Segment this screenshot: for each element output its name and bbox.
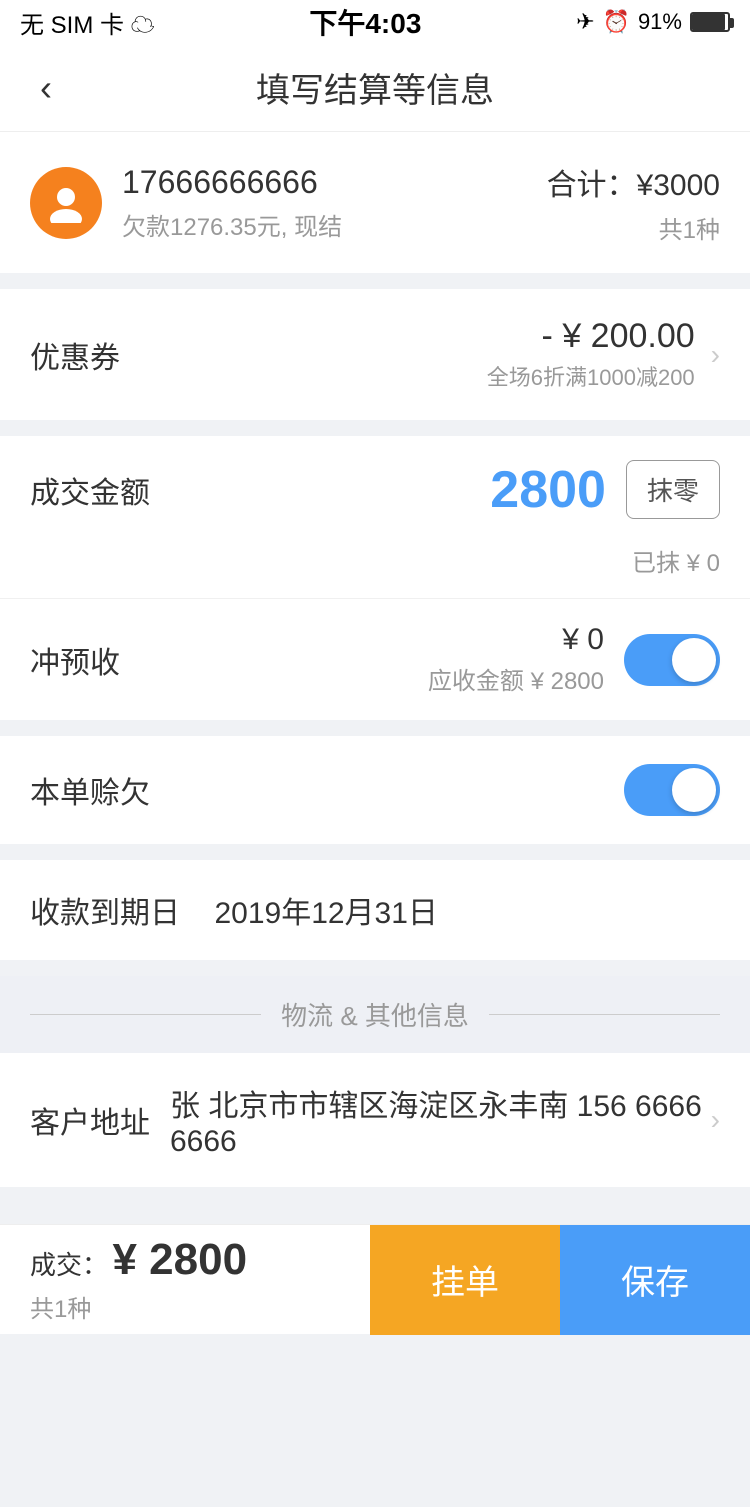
- prepay-row: 冲预收 ¥ 0 应收金额 ¥ 2800: [0, 598, 750, 720]
- status-time: 下午4:03: [309, 2, 421, 42]
- address-chevron-icon: ›: [711, 1104, 720, 1136]
- page-title: 填写结算等信息: [256, 63, 494, 112]
- back-button[interactable]: ‹: [30, 57, 62, 119]
- bottom-left: 成交： ¥ 2800 共1种: [0, 1235, 370, 1324]
- divider-line-left: [30, 1014, 261, 1015]
- save-button[interactable]: 保存: [560, 1225, 750, 1335]
- avatar: [30, 167, 102, 239]
- debt-toggle-thumb: [672, 768, 716, 812]
- yamo-text: 已抹 ¥ 0: [0, 543, 750, 598]
- bottom-deal-amount: ¥ 2800: [112, 1235, 247, 1284]
- coupon-label: 优惠券: [30, 333, 120, 377]
- round-zero-button[interactable]: 抹零: [626, 460, 720, 519]
- bottom-bar: 成交： ¥ 2800 共1种 挂单 保存: [0, 1224, 750, 1334]
- deal-amount-value: 2800: [490, 464, 606, 516]
- coupon-info: - ¥ 200.00 全场6折满1000减200: [487, 317, 695, 392]
- duedate-value: 2019年12月31日: [214, 897, 437, 930]
- bottom-deal-label: 成交：: [30, 1250, 108, 1280]
- hang-button[interactable]: 挂单: [370, 1225, 560, 1335]
- chevron-right-icon: ›: [711, 339, 720, 371]
- status-bar: 无 SIM 卡 ☁ 下午4:03 ✈ ⏰ 91%: [0, 0, 750, 44]
- debt-section: 本单赊欠: [0, 736, 750, 844]
- battery-percent: 91%: [638, 9, 682, 35]
- deal-amount-right: 2800 抹零: [490, 460, 720, 519]
- customer-debt: 欠款1276.35元, 现结: [122, 207, 342, 242]
- customer-phone: 17666666666: [122, 164, 342, 201]
- product-count: 共1种: [547, 210, 720, 245]
- logistics-divider: 物流 & 其他信息: [0, 976, 750, 1053]
- duedate-label: 收款到期日: [30, 897, 180, 930]
- coupon-section: 优惠券 - ¥ 200.00 全场6折满1000减200 ›: [0, 289, 750, 420]
- prepay-amount: ¥ 0: [428, 623, 604, 657]
- coupon-row[interactable]: 优惠券 - ¥ 200.00 全场6折满1000减200 ›: [0, 289, 750, 420]
- address-value: 张 北京市市辖区海淀区永丰南 156 6666 6666: [170, 1081, 711, 1159]
- toggle-thumb: [672, 638, 716, 682]
- address-section[interactable]: 客户地址 张 北京市市辖区海淀区永丰南 156 6666 6666 ›: [0, 1053, 750, 1187]
- bottom-count: 共1种: [30, 1289, 340, 1324]
- address-label: 客户地址: [30, 1098, 150, 1142]
- clock-icon: ⏰: [603, 9, 630, 35]
- prepay-values: ¥ 0 应收金额 ¥ 2800: [428, 623, 604, 696]
- debt-label: 本单赊欠: [30, 768, 150, 812]
- deal-amount-row: 成交金额 2800 抹零: [0, 436, 750, 543]
- bottom-deal-line: 成交： ¥ 2800: [30, 1235, 340, 1285]
- customer-left: 17666666666 欠款1276.35元, 现结: [30, 164, 342, 242]
- customer-info: 17666666666 欠款1276.35元, 现结: [122, 164, 342, 242]
- deal-amount-section: 成交金额 2800 抹零 已抹 ¥ 0 冲预收 ¥ 0 应收金额 ¥ 2800: [0, 436, 750, 720]
- prepay-right: ¥ 0 应收金额 ¥ 2800: [428, 623, 720, 696]
- no-sim-text: 无 SIM 卡 ☁: [20, 5, 155, 40]
- prepay-sub: 应收金额 ¥ 2800: [428, 661, 604, 696]
- total-amount: 合计：¥3000: [547, 160, 720, 204]
- duedate-section: 收款到期日 2019年12月31日: [0, 860, 750, 960]
- battery-icon: [690, 12, 730, 32]
- coupon-amount: - ¥ 200.00: [487, 317, 695, 356]
- status-left: 无 SIM 卡 ☁: [20, 5, 155, 40]
- prepay-toggle[interactable]: [624, 634, 720, 686]
- logistics-label: 物流 & 其他信息: [261, 996, 489, 1033]
- status-right: ✈ ⏰ 91%: [576, 9, 730, 35]
- location-icon: ✈: [576, 9, 594, 35]
- customer-card: 17666666666 欠款1276.35元, 现结 合计：¥3000 共1种: [0, 132, 750, 273]
- prepay-label: 冲预收: [30, 638, 120, 682]
- coupon-desc: 全场6折满1000减200: [487, 360, 695, 392]
- deal-amount-label: 成交金额: [30, 468, 150, 512]
- header: ‹ 填写结算等信息: [0, 44, 750, 132]
- debt-toggle[interactable]: [624, 764, 720, 816]
- coupon-right: - ¥ 200.00 全场6折满1000减200 ›: [487, 317, 720, 392]
- divider-line-right: [489, 1014, 720, 1015]
- customer-right: 合计：¥3000 共1种: [547, 160, 720, 245]
